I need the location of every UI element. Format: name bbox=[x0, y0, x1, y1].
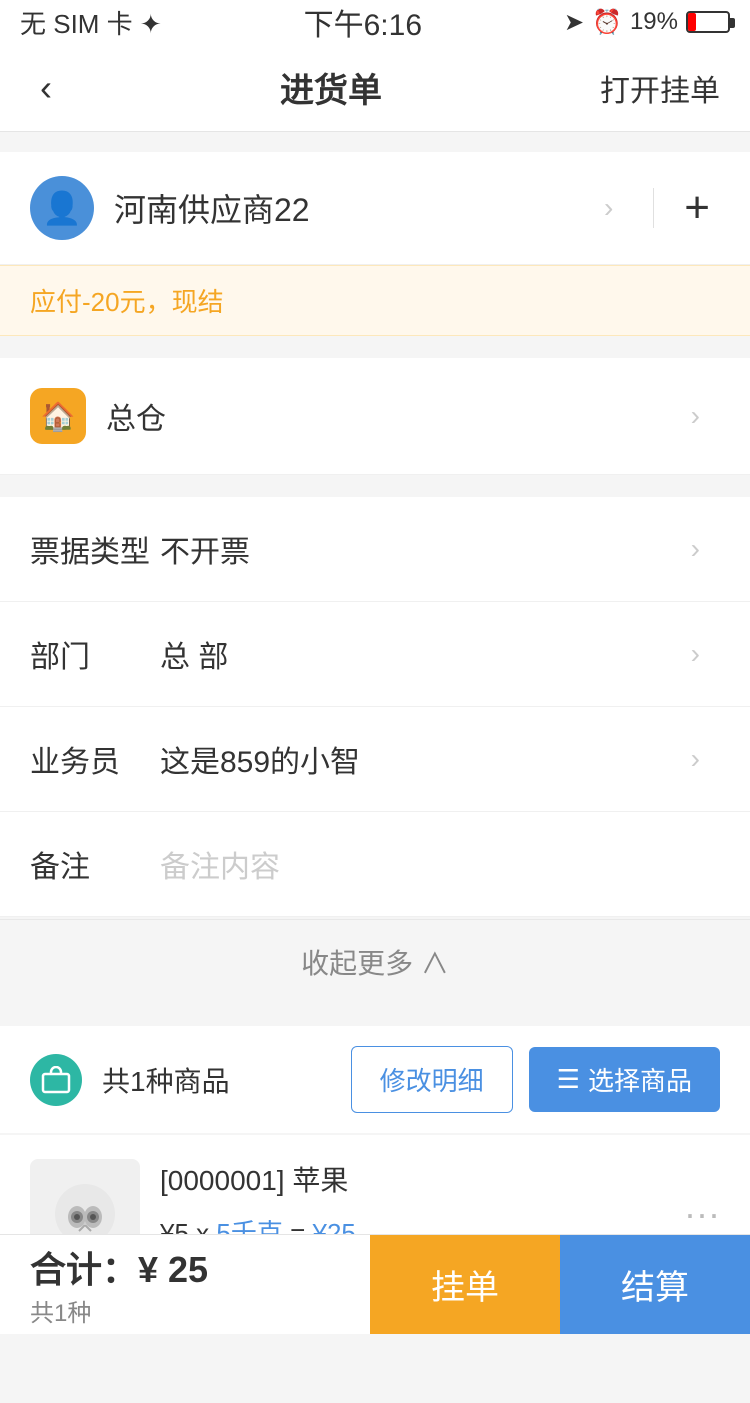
remark-row[interactable]: 备注 备注内容 bbox=[0, 812, 750, 917]
page-title: 进货单 bbox=[280, 63, 382, 112]
remark-input[interactable]: 备注内容 bbox=[160, 842, 720, 886]
warehouse-icon: 🏠 bbox=[30, 388, 86, 444]
sim-status: 无 SIM 卡 ✦ bbox=[20, 4, 162, 41]
supplier-name: 河南供应商22 bbox=[114, 185, 604, 231]
alarm-icon: ⏰ bbox=[592, 8, 622, 37]
select-icon: ☰ bbox=[557, 1064, 580, 1095]
fields-section: 票据类型 不开票 › 部门 总 部 › 业务员 这是859的小智 › 备注 备注… bbox=[0, 497, 750, 917]
invoice-chevron-icon: › bbox=[691, 533, 700, 565]
total-display: 合计：¥ 25 bbox=[30, 1241, 340, 1293]
avatar-icon: 👤 bbox=[42, 189, 82, 227]
product-count-icon bbox=[30, 1054, 82, 1106]
section-gap-3 bbox=[0, 477, 750, 497]
sales-value: 这是859的小智 bbox=[160, 737, 691, 781]
department-value: 总 部 bbox=[160, 632, 691, 676]
sales-label: 业务员 bbox=[30, 737, 160, 781]
invoice-row[interactable]: 票据类型 不开票 › bbox=[0, 497, 750, 602]
location-icon: ➤ bbox=[564, 8, 584, 37]
back-button[interactable]: ‹ bbox=[30, 57, 62, 119]
warehouse-row[interactable]: 🏠 总仓 › bbox=[0, 358, 750, 475]
more-options-button[interactable]: ··· bbox=[684, 1193, 720, 1235]
product-header: 共1种商品 修改明细 ☰ 选择商品 bbox=[0, 1026, 750, 1133]
department-label: 部门 bbox=[30, 632, 160, 676]
supplier-row[interactable]: 👤 河南供应商22 › + bbox=[0, 152, 750, 265]
supplier-avatar: 👤 bbox=[30, 176, 94, 240]
product-name: [0000001] 苹果 bbox=[160, 1159, 684, 1199]
sales-chevron-icon: › bbox=[691, 743, 700, 775]
sales-row[interactable]: 业务员 这是859的小智 › bbox=[0, 707, 750, 812]
warehouse-section: 🏠 总仓 › bbox=[0, 358, 750, 475]
section-gap-1 bbox=[0, 132, 750, 152]
section-gap-2 bbox=[0, 338, 750, 358]
battery-percent: 19% bbox=[630, 8, 678, 36]
supplier-divider bbox=[653, 188, 654, 228]
status-time: 下午6:16 bbox=[304, 0, 422, 44]
status-right: ➤ ⏰ 19% bbox=[564, 8, 730, 37]
bottom-bar: 合计：¥ 25 共1种 挂单 结算 bbox=[0, 1234, 750, 1334]
battery-icon bbox=[686, 11, 730, 33]
select-btn-label: 选择商品 bbox=[588, 1061, 692, 1098]
department-chevron-icon: › bbox=[691, 638, 700, 670]
total-amount: ¥ 25 bbox=[138, 1249, 208, 1290]
collapse-label: 收起更多 ∧ bbox=[301, 948, 449, 979]
invoice-label: 票据类型 bbox=[30, 527, 160, 571]
total-count: 共1种 bbox=[30, 1293, 340, 1328]
edit-detail-button[interactable]: 修改明细 bbox=[351, 1046, 513, 1113]
nav-bar: ‹ 进货单 打开挂单 bbox=[0, 44, 750, 132]
invoice-value: 不开票 bbox=[160, 527, 691, 571]
add-button[interactable]: + bbox=[674, 183, 720, 233]
total-label: 合计： bbox=[30, 1249, 138, 1290]
open-hang-button[interactable]: 打开挂单 bbox=[600, 66, 720, 110]
section-gap-4 bbox=[0, 1004, 750, 1024]
hang-button[interactable]: 挂单 bbox=[370, 1235, 560, 1334]
bottom-summary: 合计：¥ 25 共1种 bbox=[0, 1235, 370, 1334]
select-product-button[interactable]: ☰ 选择商品 bbox=[529, 1047, 720, 1112]
warehouse-chevron-icon: › bbox=[691, 400, 700, 432]
supplier-section: 👤 河南供应商22 › + 应付-20元，现结 bbox=[0, 152, 750, 336]
remark-label: 备注 bbox=[30, 842, 160, 886]
warehouse-name: 总仓 bbox=[106, 394, 691, 438]
alert-band: 应付-20元，现结 bbox=[0, 265, 750, 336]
product-count-label: 共1种商品 bbox=[102, 1060, 351, 1100]
department-row[interactable]: 部门 总 部 › bbox=[0, 602, 750, 707]
status-left: 无 SIM 卡 ✦ bbox=[20, 4, 162, 41]
settle-button[interactable]: 结算 bbox=[560, 1235, 750, 1334]
alert-text: 应付-20元，现结 bbox=[30, 287, 224, 317]
collapse-bar[interactable]: 收起更多 ∧ bbox=[0, 919, 750, 1004]
status-bar: 无 SIM 卡 ✦ 下午6:16 ➤ ⏰ 19% bbox=[0, 0, 750, 44]
supplier-chevron-icon: › bbox=[604, 192, 613, 224]
